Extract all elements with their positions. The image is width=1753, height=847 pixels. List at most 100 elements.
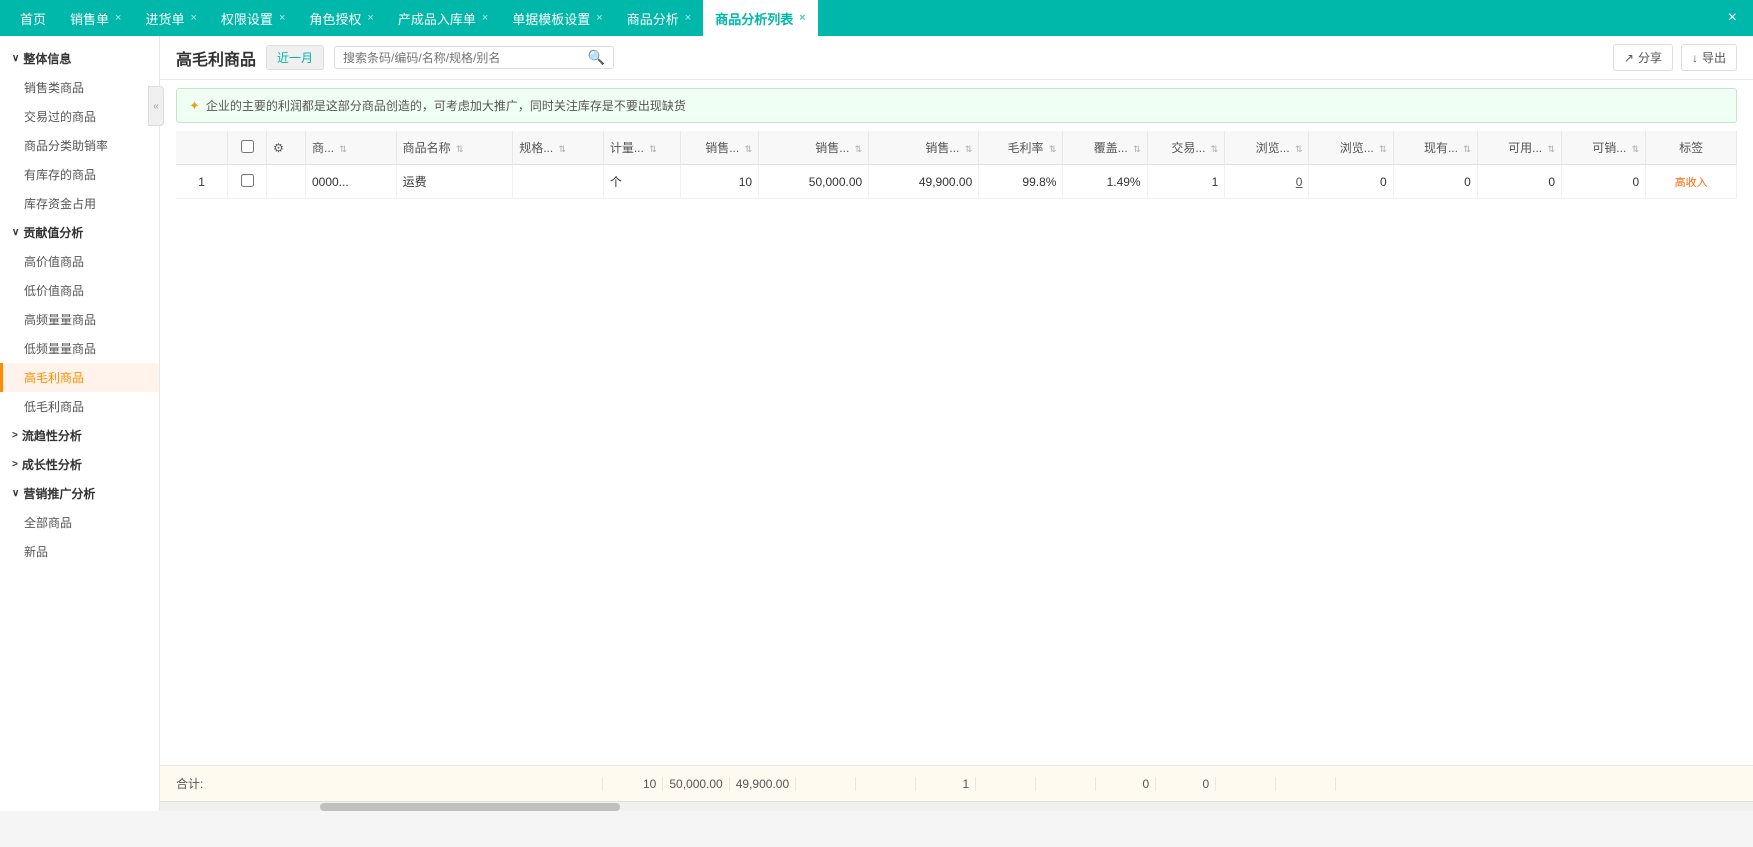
page-title: 高毛利商品 <box>176 46 256 70</box>
sidebar-group-label-value-analysis: 贡献值分析 <box>23 224 83 241</box>
search-input[interactable] <box>343 51 588 65</box>
col-header-sales-amt[interactable]: 销售... ⇅ <box>759 131 869 165</box>
col-header-gear[interactable]: ⚙ <box>267 131 306 165</box>
col-header-stock1[interactable]: 现有... ⇅ <box>1393 131 1477 165</box>
sidebar-item-stock-capital[interactable]: 库存资金占用 <box>0 189 159 218</box>
cell-stock2: 0 <box>1477 165 1561 199</box>
col-header-cover[interactable]: 覆盖... ⇅ <box>1063 131 1147 165</box>
nav-item-home[interactable]: 首页 <box>8 0 58 36</box>
sidebar-group-arrow-marketing-analysis: ∨ <box>12 488 19 499</box>
select-all-checkbox[interactable] <box>241 140 254 153</box>
sidebar-item-new-goods[interactable]: 新品 <box>0 537 159 566</box>
col-header-trade[interactable]: 交易... ⇅ <box>1147 131 1225 165</box>
col-header-code[interactable]: 商... ⇅ <box>305 131 396 165</box>
nav-item-template-settings[interactable]: 单据模板设置× <box>500 0 614 36</box>
search-icon[interactable]: 🔍 <box>588 49 605 66</box>
sidebar-item-low-margin[interactable]: 低毛利商品 <box>0 392 159 421</box>
col-header-margin[interactable]: 毛利率 ⇅ <box>979 131 1063 165</box>
footer-scrollbar[interactable] <box>160 801 1753 811</box>
col-header-tag: 标签 <box>1646 131 1737 165</box>
sidebar-group-overall[interactable]: ∨整体信息 <box>0 44 159 73</box>
footer-tag <box>1276 777 1336 791</box>
nav-close-sales-order[interactable]: × <box>115 12 121 24</box>
nav-close-template-settings[interactable]: × <box>596 12 602 24</box>
table-header-row: ⚙ 商... ⇅ 商品名称 ⇅ 规格... ⇅ 计量... ⇅ 销售... ⇅ … <box>176 131 1737 165</box>
main-layout: ∨整体信息销售类商品交易过的商品商品分类助销率有库存的商品库存资金占用 ∨ 贡献值分… <box>0 36 1753 811</box>
nav-close-role-permission[interactable]: × <box>367 12 373 24</box>
sidebar-item-all-goods[interactable]: 全部商品 <box>0 508 159 537</box>
sidebar-item-goods-analysis[interactable]: 商品分类助销率 <box>0 131 159 160</box>
cell-browse2: 0 <box>1309 165 1393 199</box>
sidebar-collapse-button[interactable]: « <box>148 86 164 126</box>
data-table: ⚙ 商... ⇅ 商品名称 ⇅ 规格... ⇅ 计量... ⇅ 销售... ⇅ … <box>176 131 1737 199</box>
sidebar-item-high-freq[interactable]: 高频量量商品 <box>0 305 159 334</box>
col-header-unit[interactable]: 计量... ⇅ <box>603 131 681 165</box>
scrollbar-thumb[interactable] <box>320 803 620 811</box>
nav-close-product-analysis-list[interactable]: × <box>799 12 805 24</box>
nav-close-product-analysis[interactable]: × <box>685 12 691 24</box>
sidebar-item-high-value[interactable]: 高价值商品 <box>0 247 159 276</box>
col-header-name[interactable]: 商品名称 ⇅ <box>396 131 513 165</box>
table-row: 10000...运费个1050,000.0049,900.0099.8%1.49… <box>176 165 1737 199</box>
nav-item-product-analysis[interactable]: 商品分析× <box>615 0 703 36</box>
search-box: 🔍 <box>334 46 614 69</box>
nav-item-sales-order[interactable]: 销售单× <box>58 0 133 36</box>
cell-sellable: 0 <box>1562 165 1646 199</box>
col-header-spec[interactable]: 规格... ⇅ <box>513 131 604 165</box>
footer-sellable <box>1216 777 1276 791</box>
header-actions: ↗ 分享 ↓ 导出 <box>1613 44 1737 71</box>
info-banner: ✦ 企业的主要的利润都是这部分商品创造的，可考虑加大推广，同时关注库存是不要出现… <box>176 88 1737 123</box>
export-button[interactable]: ↓ 导出 <box>1681 44 1737 71</box>
footer-stock1: 0 <box>1096 777 1156 791</box>
cell-num: 1 <box>176 165 228 199</box>
close-all-tabs[interactable]: × <box>1720 9 1745 27</box>
sidebar-group-arrow-growth-analysis: > <box>12 459 18 470</box>
nav-close-product-entry[interactable]: × <box>482 12 488 24</box>
col-header-sellable[interactable]: 可销... ⇅ <box>1562 131 1646 165</box>
nav-close-permission-settings[interactable]: × <box>279 12 285 24</box>
nav-item-purchase-order[interactable]: 进货单× <box>133 0 208 36</box>
footer-browse2 <box>1036 777 1096 791</box>
export-icon: ↓ <box>1692 51 1698 65</box>
nav-close-purchase-order[interactable]: × <box>190 12 196 24</box>
sidebar-group-arrow-value-analysis: ∨ <box>12 227 19 238</box>
cell-trade: 1 <box>1147 165 1225 199</box>
share-button[interactable]: ↗ 分享 <box>1613 44 1673 71</box>
nav-item-role-permission[interactable]: 角色授权× <box>297 0 385 36</box>
cell-cover: 1.49% <box>1063 165 1147 199</box>
content-header: 高毛利商品 近一月 🔍 ↗ 分享 ↓ 导出 <box>160 36 1753 80</box>
cell-browse1[interactable]: 0 <box>1225 165 1309 199</box>
footer-browse1 <box>976 777 1036 791</box>
sidebar-group-label-marketing-analysis: 营销推广分析 <box>23 485 95 502</box>
nav-item-product-analysis-list[interactable]: 商品分析列表× <box>703 0 817 36</box>
sidebar-group-label-trend-analysis: 流趋性分析 <box>22 427 82 444</box>
date-filter-button[interactable]: 近一月 <box>266 45 324 70</box>
nav-item-permission-settings[interactable]: 权限设置× <box>209 0 297 36</box>
sidebar-group-value-analysis[interactable]: ∨ 贡献值分析 <box>0 218 159 247</box>
sidebar-group-trend-analysis[interactable]: >流趋性分析 <box>0 421 159 450</box>
total-label: 合计: <box>176 775 203 792</box>
sidebar-item-low-freq[interactable]: 低频量量商品 <box>0 334 159 363</box>
col-header-sales-qty[interactable]: 销售... ⇅ <box>681 131 759 165</box>
col-header-browse1[interactable]: 浏览... ⇅ <box>1225 131 1309 165</box>
sidebar-item-high-margin[interactable]: 高毛利商品 <box>0 363 159 392</box>
col-header-stock2[interactable]: 可用... ⇅ <box>1477 131 1561 165</box>
sidebar-group-growth-analysis[interactable]: >成长性分析 <box>0 450 159 479</box>
col-header-sales-profit[interactable]: 销售... ⇅ <box>869 131 979 165</box>
sidebar-wrapper: ∨整体信息销售类商品交易过的商品商品分类助销率有库存的商品库存资金占用 ∨ 贡献值分… <box>0 36 160 811</box>
sidebar-item-in-stock[interactable]: 有库存的商品 <box>0 160 159 189</box>
col-header-browse2[interactable]: 浏览... ⇅ <box>1309 131 1393 165</box>
footer-trade: 1 <box>916 777 976 791</box>
table-body: 10000...运费个1050,000.0049,900.0099.8%1.49… <box>176 165 1737 199</box>
cell-gear <box>267 165 306 199</box>
sidebar-item-traded-goods[interactable]: 交易过的商品 <box>0 102 159 131</box>
col-header-checkbox[interactable] <box>228 131 267 165</box>
footer-stock2: 0 <box>1156 777 1216 791</box>
nav-item-product-entry[interactable]: 产成品入库单× <box>386 0 500 36</box>
sidebar-item-low-value[interactable]: 低价值商品 <box>0 276 159 305</box>
cell-checkbox[interactable] <box>228 165 267 199</box>
sidebar-item-sales-goods[interactable]: 销售类商品 <box>0 73 159 102</box>
sidebar-group-marketing-analysis[interactable]: ∨ 营销推广分析 <box>0 479 159 508</box>
cell-unit: 个 <box>603 165 681 199</box>
footer-cells: 10 50,000.00 49,900.00 1 0 0 <box>223 777 1336 791</box>
